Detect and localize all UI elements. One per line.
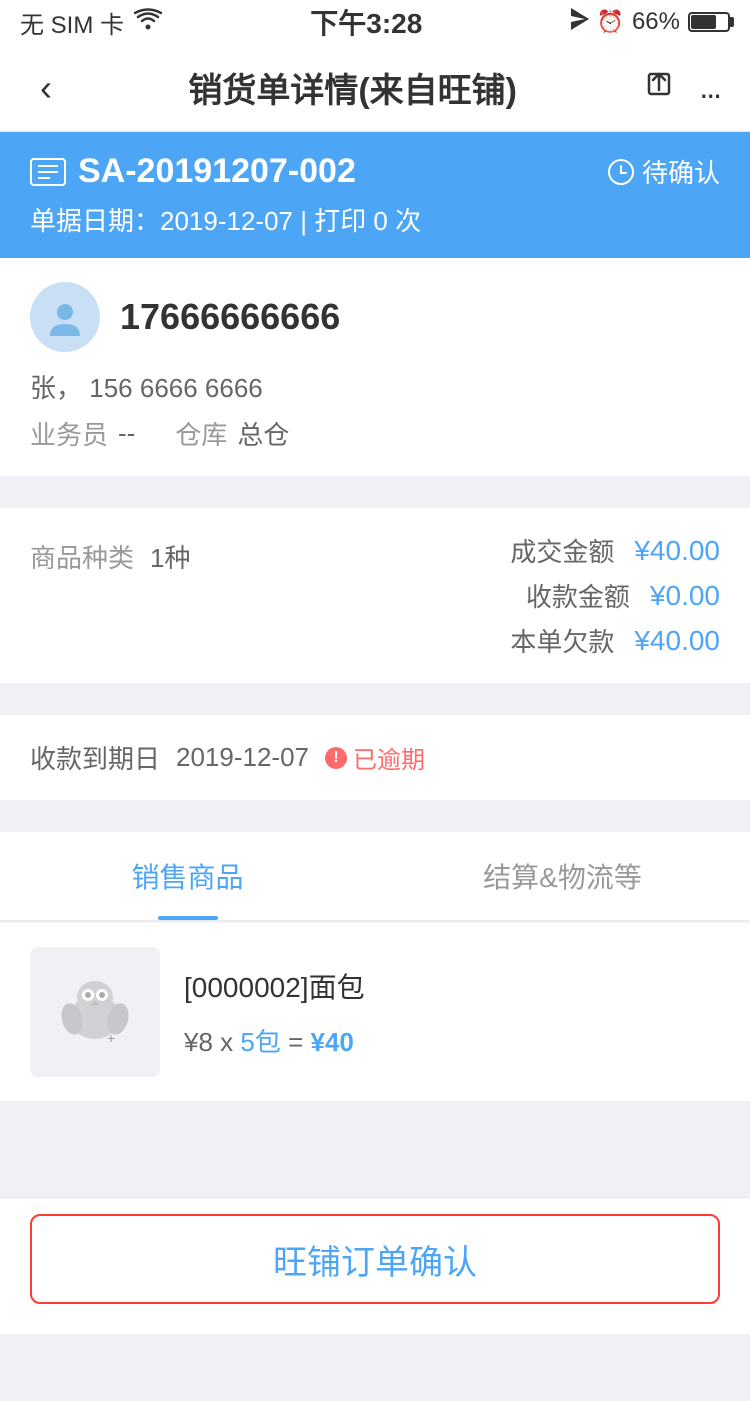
battery-icon [688,12,730,32]
product-name: [0000002]面包 [184,966,720,1006]
product-multiply: x [220,1027,240,1057]
owed-label: 本单欠款 [510,622,614,659]
status-left: 无 SIM 卡 [20,5,162,40]
location-icon [571,8,589,37]
amounts-right: 成交金额 ¥40.00 收款金额 ¥0.00 本单欠款 ¥40.00 [510,532,720,659]
order-header-card: SA-20191207-002 待确认 单据日期：2019-12-07 | 打印… [0,132,750,258]
transaction-value: ¥40.00 [634,535,720,567]
owed-row: 本单欠款 ¥40.00 [510,622,720,659]
tab-products-underline [158,916,218,920]
product-type-value: 1种 [150,538,190,575]
overdue-text: 已逾期 [353,740,425,775]
separator-1 [0,492,750,508]
order-id-text: SA-20191207-002 [78,152,356,191]
nav-actions: ... [643,68,720,108]
amounts-card: 商品种类 1种 成交金额 ¥40.00 收款金额 ¥0.00 本单欠款 ¥40.… [0,508,750,683]
bottom-bar: 旺铺订单确认 [0,1197,750,1334]
due-date-label: 收款到期日 [30,739,160,776]
customer-card: 17666666666 张， 156 6666 6666 业务员 -- 仓库 总… [0,258,750,476]
warehouse-meta: 仓库 总仓 [175,415,289,452]
wifi-icon [134,8,162,37]
sales-value: -- [118,418,135,449]
avatar [30,282,100,352]
tabs-container: 销售商品 结算&物流等 [0,832,750,921]
due-date-value: 2019-12-07 [176,742,309,773]
product-price: ¥8 x 5包 = ¥40 [184,1022,720,1059]
status-right: ⏰ 66% [571,8,730,37]
sales-label: 业务员 [30,415,108,452]
confirm-order-button[interactable]: 旺铺订单确认 [30,1214,720,1304]
sales-meta: 业务员 -- [30,415,135,452]
product-unit-price: ¥8 [184,1027,213,1057]
status-time: 下午3:28 [310,2,422,42]
received-label: 收款金额 [526,577,630,614]
tab-products[interactable]: 销售商品 [0,832,375,920]
status-bar: 无 SIM 卡 下午3:28 ⏰ 66% [0,0,750,44]
product-total: ¥40 [311,1027,354,1057]
product-info: [0000002]面包 ¥8 x 5包 = ¥40 [184,966,720,1059]
battery-percentage: 66% [632,8,680,36]
order-date: 单据日期：2019-12-07 | 打印 0 次 [30,201,720,238]
share-button[interactable] [643,68,675,108]
tab-settlement[interactable]: 结算&物流等 [375,832,750,920]
received-value: ¥0.00 [650,580,720,612]
back-button[interactable]: ‹ [30,57,62,119]
tab-settlement-label: 结算&物流等 [483,856,642,916]
nav-bar: ‹ 销货单详情(来自旺铺) ... [0,44,750,132]
owed-value: ¥40.00 [634,625,720,657]
product-qty: 5包 [240,1027,280,1057]
product-card: + [0000002]面包 ¥8 x 5包 = ¥40 [0,923,750,1101]
order-status: 待确认 [608,153,720,190]
svg-text:+: + [107,1030,115,1046]
carrier-text: 无 SIM 卡 [20,5,124,40]
product-type: 商品种类 1种 [30,538,190,575]
overdue-badge: ! 已逾期 [325,740,425,775]
tab-products-label: 销售商品 [131,856,243,916]
tab-settlement-underline [533,916,593,920]
warehouse-label: 仓库 [175,415,227,452]
customer-name: 张 [30,373,56,403]
customer-meta: 业务员 -- 仓库 总仓 [30,415,720,452]
product-type-label: 商品种类 [30,538,134,575]
received-row: 收款金额 ¥0.00 [526,577,720,614]
order-header-top: SA-20191207-002 待确认 [30,152,720,191]
separator-2 [0,699,750,715]
transaction-row: 成交金额 ¥40.00 [510,532,720,569]
customer-info: 张， 156 6666 6666 [30,368,720,405]
page-title: 销货单详情(来自旺铺) [62,63,643,112]
order-id: SA-20191207-002 [30,152,356,191]
transaction-label: 成交金额 [510,532,614,569]
customer-alt-phone: 156 6666 6666 [89,373,263,403]
product-thumbnail: + [30,947,160,1077]
alarm-icon: ⏰ [597,9,624,35]
customer-phone: 17666666666 [120,296,340,338]
customer-top: 17666666666 [30,282,720,352]
product-equals: = [288,1027,310,1057]
separator-3 [0,816,750,832]
warehouse-value: 总仓 [237,415,289,452]
overdue-icon: ! [325,747,347,769]
more-button[interactable]: ... [699,69,720,106]
order-status-text: 待确认 [642,153,720,190]
due-date-card: 收款到期日 2019-12-07 ! 已逾期 [0,715,750,800]
